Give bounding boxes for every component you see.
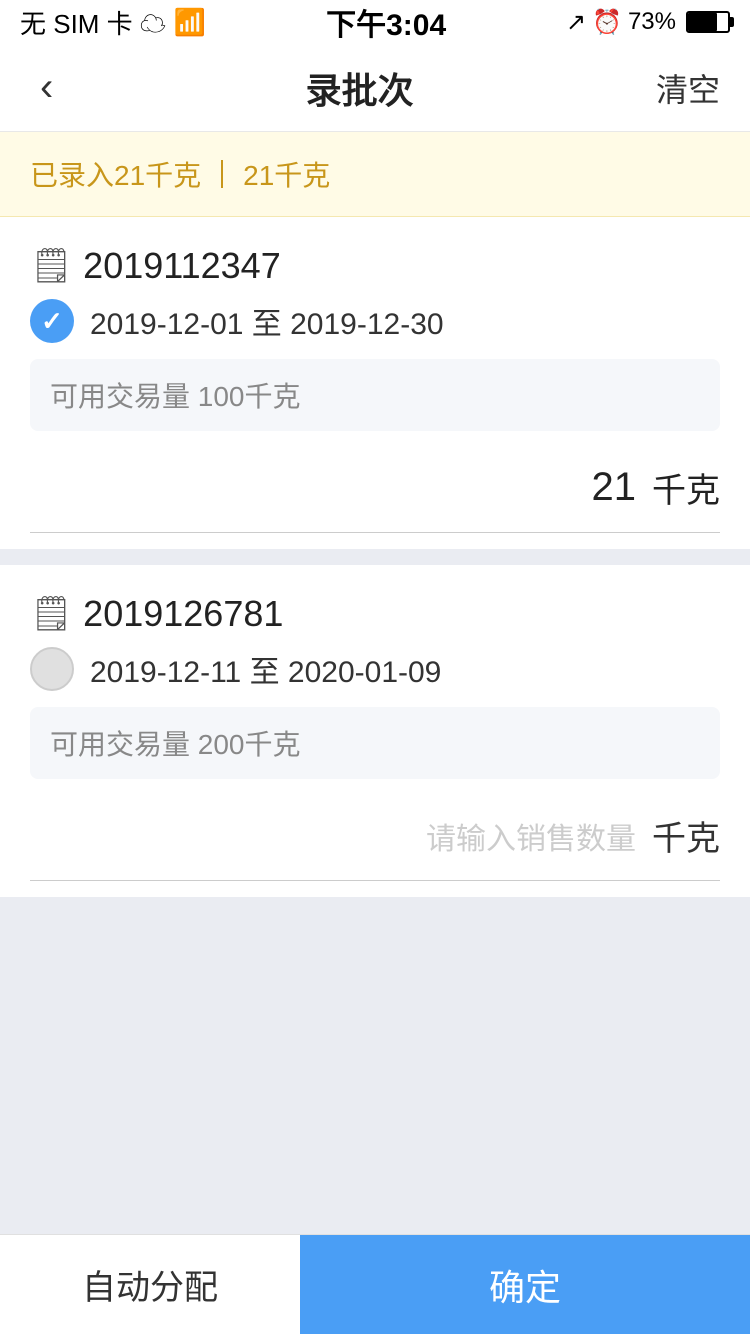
batch-card-2: 🗒 2019126781 ✓ 2019-12-11 至 2020-01-09 可… [0,565,750,897]
batch-2-checkbox[interactable]: ✓ [30,647,74,691]
batch-2-input-unit: 千克 [652,811,720,860]
section-separator-2 [0,897,750,913]
batch-1-checkbox[interactable]: ✓ [30,299,74,343]
batch-2-available: 可用交易量 200千克 [30,707,720,779]
status-bar: 无 SIM 卡 ☁ 📶 下午3:04 ↗ ⏰ 73% [0,0,750,44]
batch-2-date: 2019-12-11 至 2020-01-09 [90,647,441,691]
page-title: 录批次 [306,62,414,114]
checkmark-icon: ✓ [41,306,63,337]
batch-1-quantity-value: 21 [592,465,637,510]
batch-2-input-placeholder[interactable]: 请输入销售数量 [426,814,636,858]
batch-2-icon: 🗒 [30,594,73,634]
batch-2-input-row[interactable]: 请输入销售数量 千克 [0,795,750,880]
auto-distribute-button[interactable]: 自动分配 [0,1235,300,1334]
nav-bar: ‹ 录批次 清空 [0,44,750,132]
summary-divider [221,160,223,188]
alarm-icon: ⏰ [592,8,622,37]
bottom-bar: 自动分配 确定 [0,1234,750,1334]
batch-1-quantity-unit: 千克 [652,463,720,512]
batch-2-header: 🗒 2019126781 [0,565,750,647]
batch-1-available: 可用交易量 100千克 [30,359,720,431]
confirm-button[interactable]: 确定 [300,1235,750,1334]
batch-1-bottom-space [0,533,750,549]
batch-2-date-row: ✓ 2019-12-11 至 2020-01-09 [0,647,750,707]
status-right: ↗ ⏰ 73% [566,8,730,37]
summary-amount: 21千克 [243,154,330,194]
clear-button[interactable]: 清空 [656,65,720,111]
location-icon: ↗ [566,8,586,37]
batch-1-date: 2019-12-01 至 2019-12-30 [90,299,444,343]
batch-1-icon: 🗒 [30,246,73,286]
status-time: 下午3:04 [326,0,446,44]
batch-1-id: 2019112347 [83,245,281,287]
batch-1-quantity-row: 21 千克 [0,447,750,532]
batch-1-date-row: ✓ 2019-12-01 至 2019-12-30 [0,299,750,359]
back-button[interactable]: ‹ [30,55,63,120]
summary-bar: 已录入21千克 21千克 [0,132,750,217]
status-left: 无 SIM 卡 ☁ 📶 [20,4,206,41]
battery-icon [686,11,730,33]
entered-label: 已录入21千克 [30,154,201,194]
section-separator-1 [0,549,750,565]
battery-percent: 73% [628,8,676,36]
no-sim-text: 无 SIM 卡 ☁ [20,4,166,41]
batch-1-header: 🗒 2019112347 [0,217,750,299]
batch-card-1: 🗒 2019112347 ✓ 2019-12-01 至 2019-12-30 可… [0,217,750,549]
wifi-icon: 📶 [174,7,206,38]
batch-2-bottom-space [0,881,750,897]
batch-2-id: 2019126781 [83,593,283,635]
